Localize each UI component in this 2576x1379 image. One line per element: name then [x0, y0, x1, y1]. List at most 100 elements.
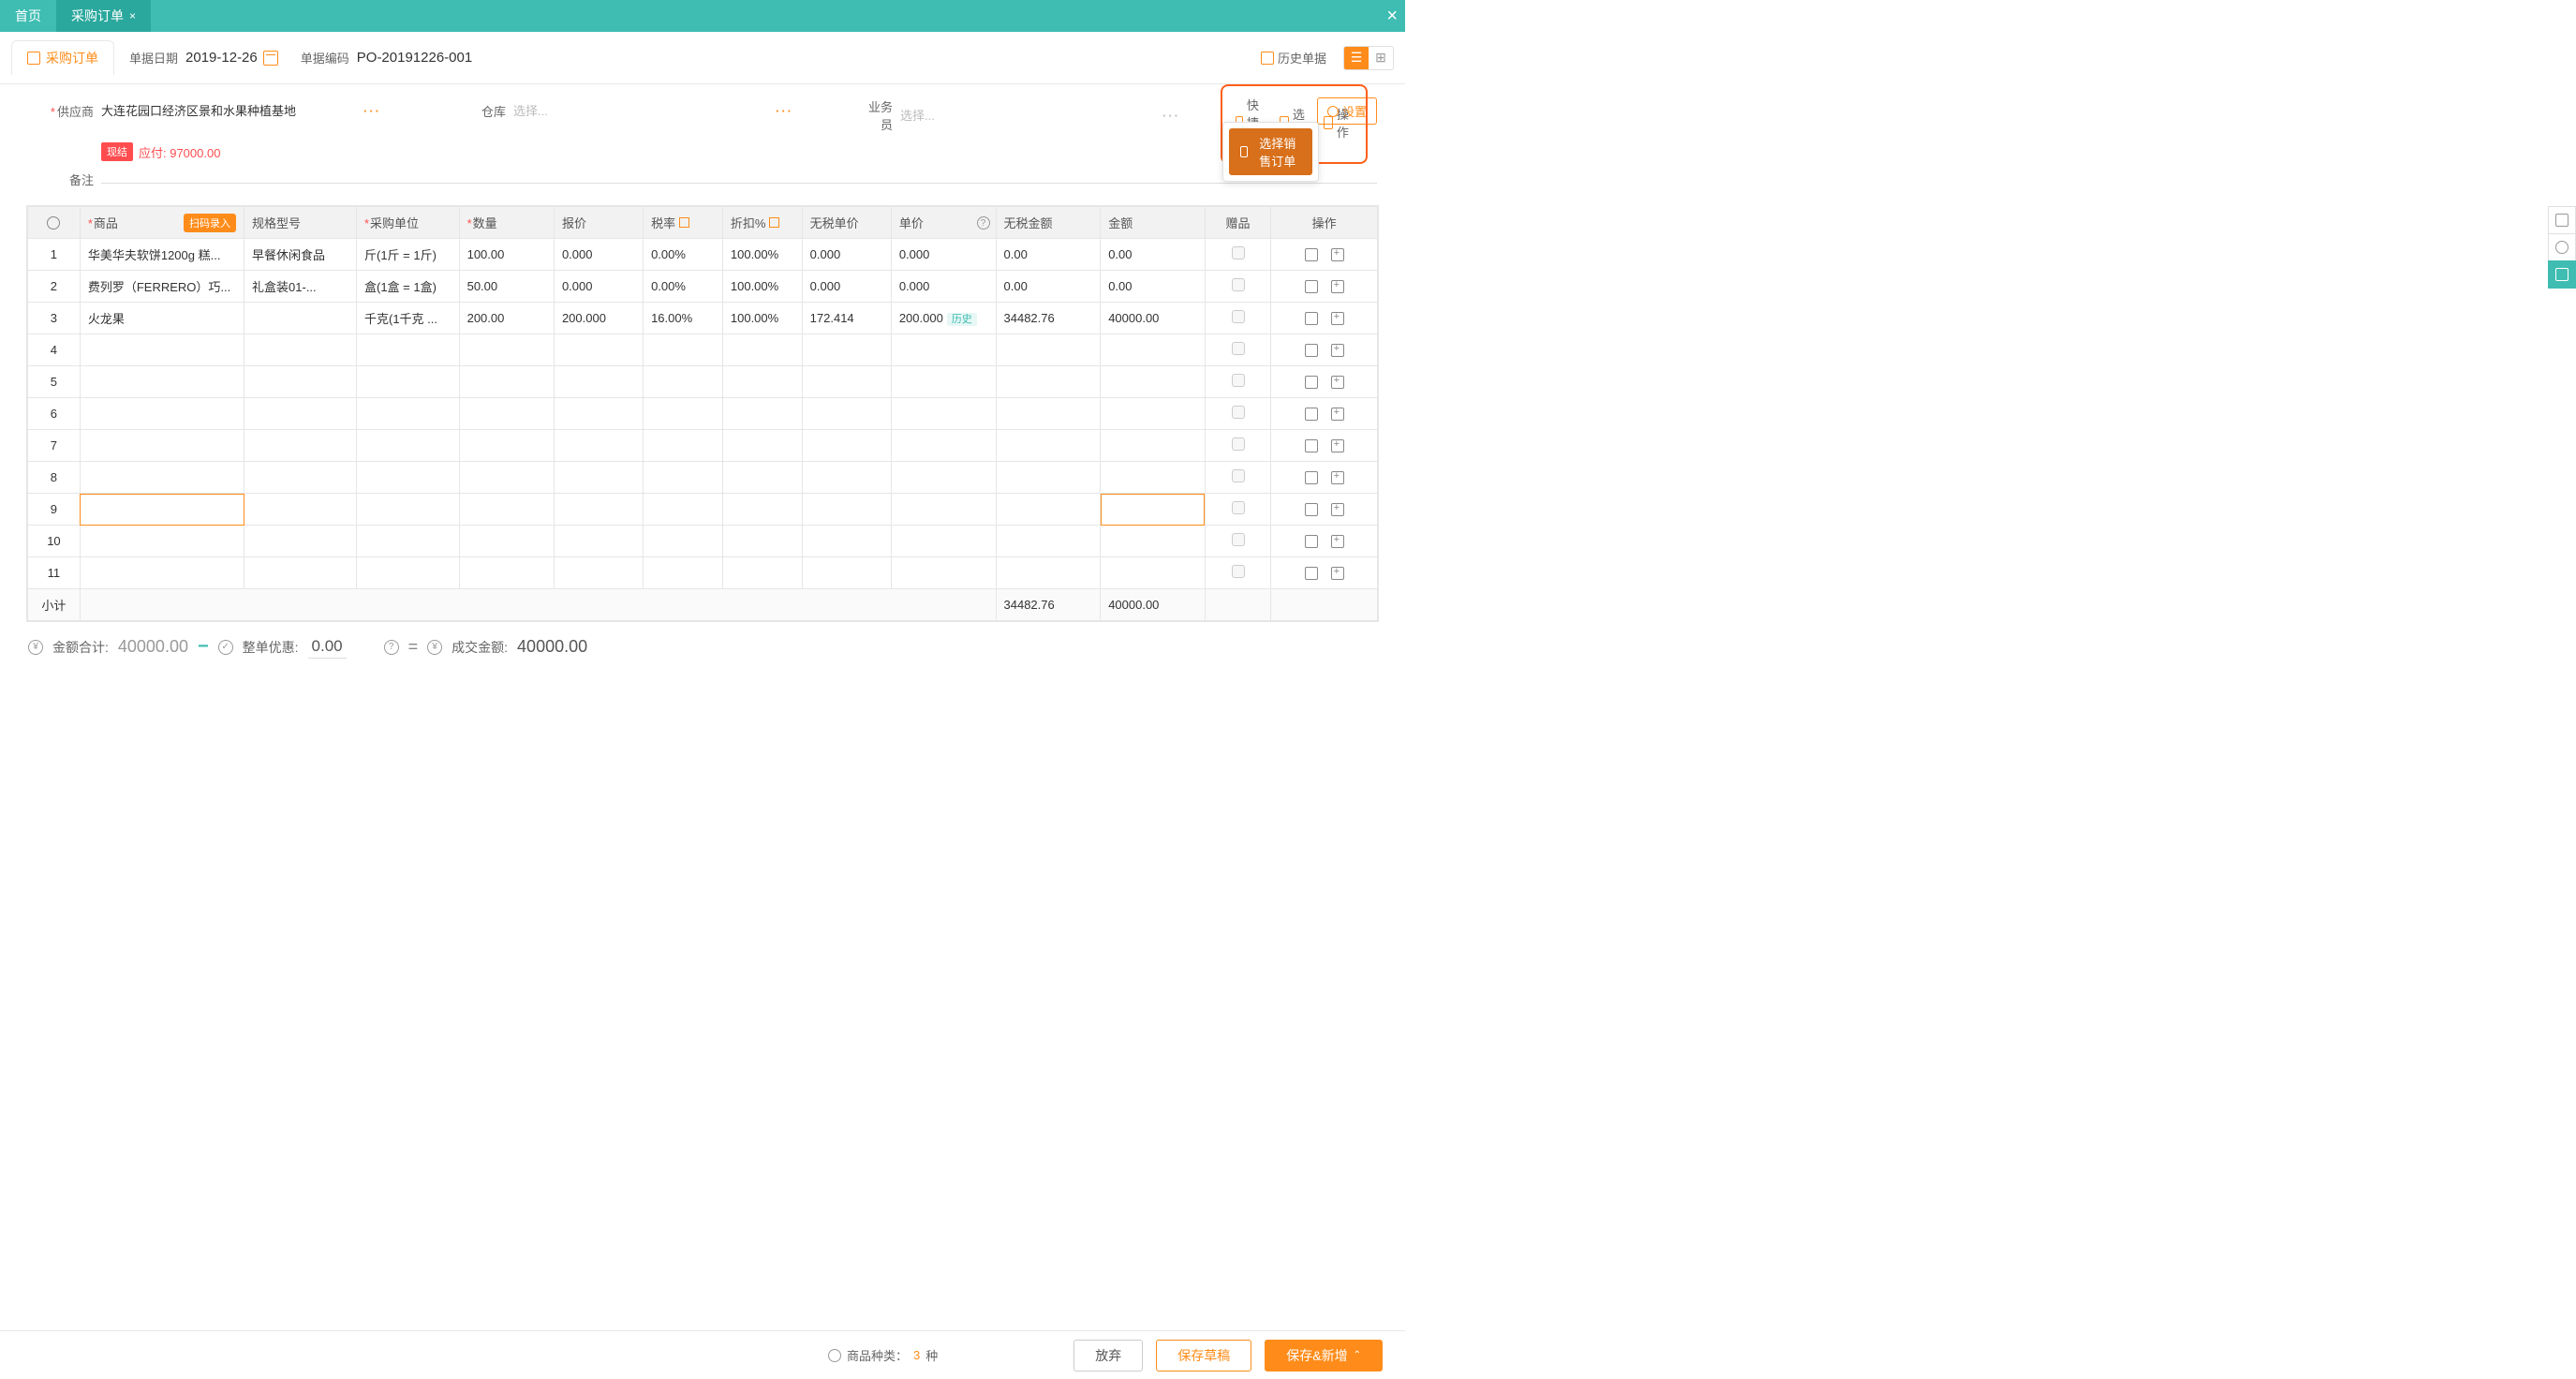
cell-tax[interactable]	[644, 398, 723, 430]
delete-row-icon[interactable]	[1305, 503, 1318, 516]
cell-spec[interactable]	[244, 494, 357, 526]
cell-gift[interactable]	[1205, 398, 1270, 430]
save-new-button[interactable]: 保存&新增⌃	[1265, 1340, 1383, 1372]
add-row-icon[interactable]	[1331, 535, 1344, 548]
supplier-value[interactable]: 大连花园口经济区景和水果种植基地	[101, 97, 345, 124]
cell-gift[interactable]	[1205, 271, 1270, 303]
add-row-icon[interactable]	[1331, 471, 1344, 484]
add-row-icon[interactable]	[1331, 567, 1344, 580]
cell-qty[interactable]	[459, 557, 554, 589]
scan-entry-button[interactable]: 扫码录入	[184, 214, 236, 232]
cell-spec[interactable]	[244, 366, 357, 398]
cell-unit[interactable]	[356, 494, 459, 526]
add-row-icon[interactable]	[1331, 312, 1344, 325]
cell-product[interactable]	[80, 366, 244, 398]
delete-row-icon[interactable]	[1305, 344, 1318, 357]
cell-price[interactable]: 0.000	[891, 239, 996, 271]
cell-discount[interactable]	[722, 334, 802, 366]
cell-qty[interactable]	[459, 398, 554, 430]
help-icon[interactable]: ?	[384, 640, 399, 655]
cell-notax-price[interactable]	[802, 430, 891, 462]
cell-price[interactable]	[891, 494, 996, 526]
cell-price[interactable]	[891, 334, 996, 366]
cell-notax-amount[interactable]: 34482.76	[996, 303, 1101, 334]
cell-qty[interactable]	[459, 366, 554, 398]
cell-amount[interactable]	[1101, 557, 1206, 589]
tab-home[interactable]: 首页	[0, 0, 56, 32]
cell-unit[interactable]: 千克(1千克 ...	[356, 303, 459, 334]
edit-icon[interactable]	[769, 217, 779, 228]
salesman-input[interactable]: 选择...	[900, 102, 1144, 128]
cell-product[interactable]	[80, 526, 244, 557]
tab-purchase-order[interactable]: 采购订单 ×	[56, 0, 151, 32]
cell-quote[interactable]	[554, 334, 643, 366]
cell-qty[interactable]: 200.00	[459, 303, 554, 334]
checkbox[interactable]	[1232, 437, 1245, 451]
cell-unit[interactable]	[356, 334, 459, 366]
cell-tax[interactable]: 0.00%	[644, 239, 723, 271]
cell-gift[interactable]	[1205, 462, 1270, 494]
salesman-more-icon[interactable]: ···	[1162, 109, 1180, 123]
checkbox[interactable]	[1232, 278, 1245, 291]
view-grid-icon[interactable]: ⊞	[1369, 47, 1393, 69]
cell-discount[interactable]	[722, 494, 802, 526]
delete-row-icon[interactable]	[1305, 280, 1318, 293]
rail-link-button[interactable]	[2548, 233, 2576, 261]
checkbox[interactable]	[1232, 246, 1245, 259]
cell-amount[interactable]	[1101, 526, 1206, 557]
cell-notax-amount[interactable]: 0.00	[996, 239, 1101, 271]
close-icon[interactable]: ×	[129, 9, 136, 22]
checkbox[interactable]	[1232, 565, 1245, 578]
cell-price[interactable]	[891, 462, 996, 494]
add-row-icon[interactable]	[1331, 280, 1344, 293]
cell-quote[interactable]	[554, 462, 643, 494]
cell-spec[interactable]	[244, 334, 357, 366]
cell-notax-price[interactable]	[802, 334, 891, 366]
delete-row-icon[interactable]	[1305, 312, 1318, 325]
cell-unit[interactable]	[356, 430, 459, 462]
cell-price[interactable]	[891, 430, 996, 462]
warehouse-more-icon[interactable]: ···	[776, 104, 793, 118]
cell-notax-price[interactable]: 0.000	[802, 239, 891, 271]
supplier-more-icon[interactable]: ···	[363, 104, 381, 118]
cell-quote[interactable]	[554, 557, 643, 589]
cell-product[interactable]: 华美华夫软饼1200g 糕...	[80, 239, 244, 271]
cell-unit[interactable]	[356, 398, 459, 430]
cell-notax-amount[interactable]	[996, 398, 1101, 430]
cell-spec[interactable]	[244, 303, 357, 334]
cell-notax-price[interactable]	[802, 366, 891, 398]
cell-unit[interactable]	[356, 462, 459, 494]
cell-notax-amount[interactable]: 0.00	[996, 271, 1101, 303]
calendar-icon[interactable]	[263, 51, 278, 66]
delete-row-icon[interactable]	[1305, 248, 1318, 261]
edit-icon[interactable]	[679, 217, 689, 228]
cell-price[interactable]: 0.000	[891, 271, 996, 303]
cell-discount[interactable]	[722, 398, 802, 430]
cell-tax[interactable]: 0.00%	[644, 271, 723, 303]
cell-discount[interactable]	[722, 557, 802, 589]
checkbox[interactable]	[1232, 501, 1245, 514]
cell-product[interactable]: 火龙果	[80, 303, 244, 334]
add-row-icon[interactable]	[1331, 503, 1344, 516]
cell-quote[interactable]: 0.000	[554, 271, 643, 303]
cell-quote[interactable]: 0.000	[554, 239, 643, 271]
save-draft-button[interactable]: 保存草稿	[1156, 1340, 1251, 1372]
cell-discount[interactable]	[722, 526, 802, 557]
cell-gift[interactable]	[1205, 430, 1270, 462]
action-history[interactable]: 历史单据	[1255, 45, 1332, 70]
cell-price[interactable]	[891, 557, 996, 589]
cell-spec[interactable]	[244, 462, 357, 494]
cell-notax-amount[interactable]	[996, 557, 1101, 589]
cell-discount[interactable]	[722, 366, 802, 398]
cell-unit[interactable]	[356, 526, 459, 557]
cell-qty[interactable]: 50.00	[459, 271, 554, 303]
abandon-button[interactable]: 放弃	[1073, 1340, 1143, 1372]
cell-tax[interactable]	[644, 557, 723, 589]
cell-quote[interactable]: 200.000	[554, 303, 643, 334]
cell-amount[interactable]	[1101, 334, 1206, 366]
cell-notax-amount[interactable]	[996, 430, 1101, 462]
cell-qty[interactable]	[459, 334, 554, 366]
cell-amount[interactable]: 0.00	[1101, 239, 1206, 271]
cell-product[interactable]	[80, 334, 244, 366]
discount-input[interactable]: 0.00	[308, 635, 347, 659]
